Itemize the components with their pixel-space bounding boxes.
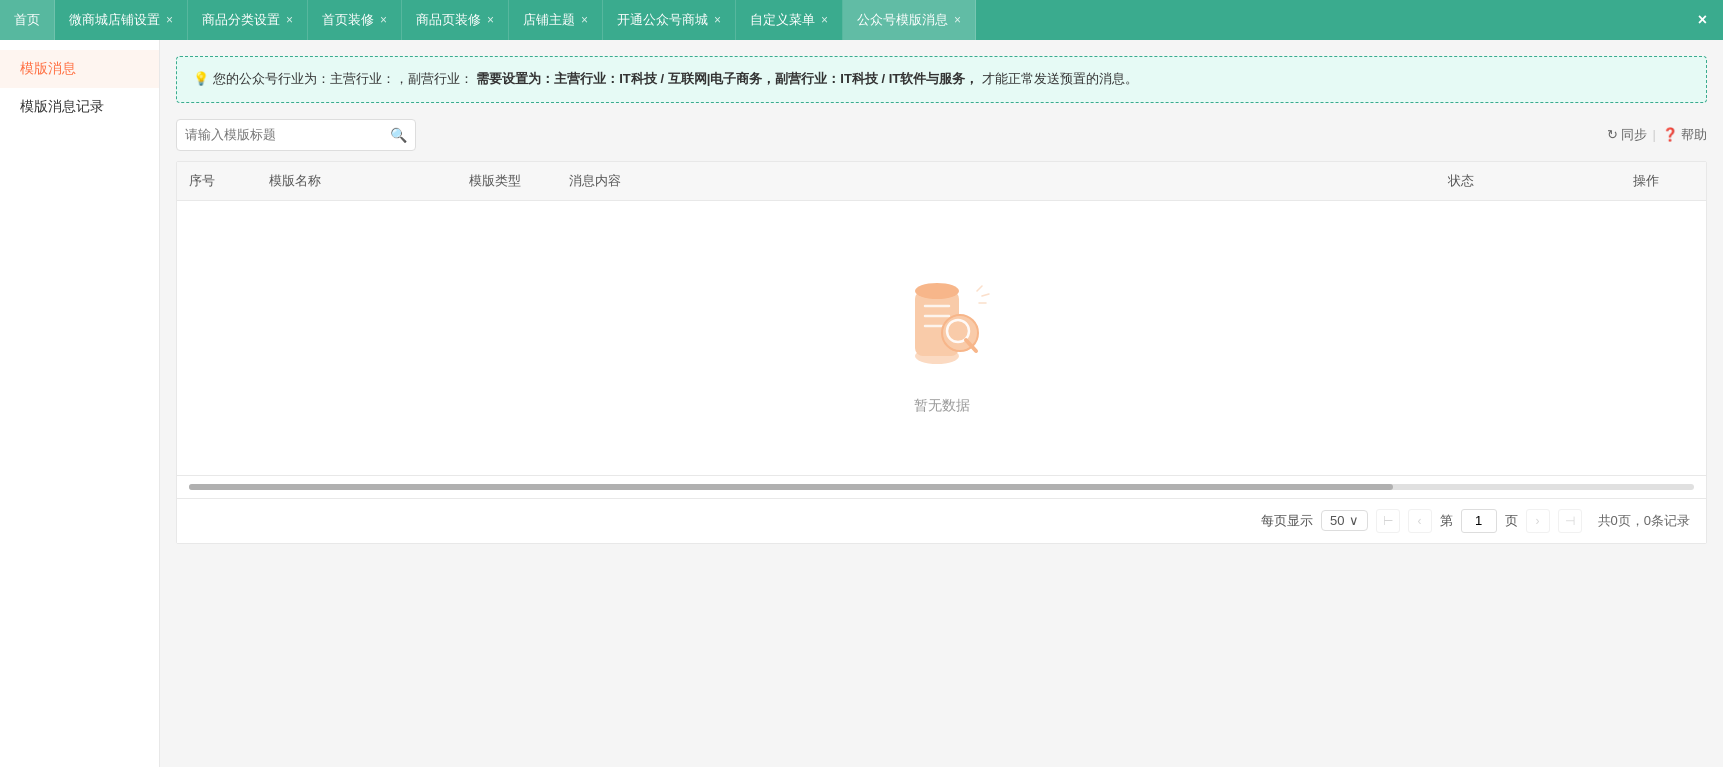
tab-home[interactable]: 首页 [0, 0, 55, 40]
per-page-label: 每页显示 [1261, 512, 1313, 530]
search-icon[interactable]: 🔍 [390, 127, 407, 143]
total-info: 共0页，0条记录 [1598, 512, 1690, 530]
col-header-action: 操作 [1586, 162, 1706, 200]
tab-home-decor[interactable]: 首页装修 × [308, 0, 402, 40]
main-layout: 模版消息 模版消息记录 💡 您的公众号行业为：主营行业：，副营行业： 需要设置为… [0, 40, 1723, 767]
chevron-down-icon: ∨ [1349, 513, 1359, 528]
toolbar: 🔍 ↻ 同步 | ❓ 帮助 [176, 119, 1707, 151]
sidebar-item-template-msg[interactable]: 模版消息 [0, 50, 159, 88]
svg-line-10 [982, 294, 989, 296]
svg-line-9 [977, 286, 982, 291]
notice-text-prefix: 您的公众号行业为：主营行业：，副营行业： [213, 71, 473, 86]
content-area: 💡 您的公众号行业为：主营行业：，副营行业： 需要设置为：主营行业：IT科技 /… [160, 40, 1723, 767]
col-header-content: 消息内容 [557, 162, 1436, 200]
close-tab-custom-menu[interactable]: × [821, 13, 828, 27]
toolbar-right: ↻ 同步 | ❓ 帮助 [1607, 126, 1707, 144]
pager-prev-button[interactable]: ‹ [1408, 509, 1432, 533]
tab-product-page-decor-label: 商品页装修 [416, 11, 481, 29]
tab-template-msg-label: 公众号模版消息 [857, 11, 948, 29]
empty-illustration [882, 261, 1002, 381]
pager-last-button[interactable]: ⊣ [1558, 509, 1582, 533]
toolbar-separator: | [1653, 127, 1656, 142]
tab-custom-menu-label: 自定义菜单 [750, 11, 815, 29]
help-button[interactable]: ❓ 帮助 [1662, 126, 1707, 144]
empty-text: 暂无数据 [914, 397, 970, 415]
tab-product-page-decor[interactable]: 商品页装修 × [402, 0, 509, 40]
notice-text-suffix: 才能正常发送预置的消息。 [982, 71, 1138, 86]
tab-shop-theme[interactable]: 店铺主题 × [509, 0, 603, 40]
notice-icon: 💡 [193, 71, 209, 86]
close-tab-open-mall[interactable]: × [714, 13, 721, 27]
notice-box: 💡 您的公众号行业为：主营行业：，副营行业： 需要设置为：主营行业：IT科技 /… [176, 56, 1707, 103]
table-header: 序号 模版名称 模版类型 消息内容 状态 操作 [177, 162, 1706, 201]
sync-icon: ↻ [1607, 127, 1618, 142]
sidebar-item-template-msg-record[interactable]: 模版消息记录 [0, 88, 159, 126]
page-unit: 页 [1505, 512, 1518, 530]
tab-open-mall-label: 开通公众号商城 [617, 11, 708, 29]
col-header-type: 模版类型 [457, 162, 557, 200]
sidebar: 模版消息 模版消息记录 [0, 40, 160, 767]
sync-label: 同步 [1621, 126, 1647, 144]
scroll-bar-wrap[interactable] [177, 475, 1706, 498]
tab-open-mall[interactable]: 开通公众号商城 × [603, 0, 736, 40]
page-label: 第 [1440, 512, 1453, 530]
close-tab-template-msg[interactable]: × [954, 13, 961, 27]
search-box: 🔍 [176, 119, 416, 151]
tab-home-label: 首页 [14, 11, 40, 29]
notice-highlight: 需要设置为：主营行业：IT科技 / 互联网|电子商务，副营行业：IT科技 / I… [476, 71, 978, 86]
svg-point-2 [915, 283, 959, 299]
pager-first-button[interactable]: ⊢ [1376, 509, 1400, 533]
col-header-status: 状态 [1436, 162, 1586, 200]
close-tab-shop-settings[interactable]: × [166, 13, 173, 27]
per-page-select[interactable]: 50 ∨ [1321, 510, 1367, 531]
help-label: 帮助 [1681, 126, 1707, 144]
tab-shop-theme-label: 店铺主题 [523, 11, 575, 29]
tab-product-category-label: 商品分类设置 [202, 11, 280, 29]
scroll-thumb [189, 484, 1393, 490]
table: 序号 模版名称 模版类型 消息内容 状态 操作 [176, 161, 1707, 544]
sync-button[interactable]: ↻ 同步 [1607, 126, 1647, 144]
tab-product-category[interactable]: 商品分类设置 × [188, 0, 308, 40]
pagination: 每页显示 50 ∨ ⊢ ‹ 第 页 › ⊣ 共0页，0条记录 [177, 498, 1706, 543]
tab-shop-settings[interactable]: 微商城店铺设置 × [55, 0, 188, 40]
tab-custom-menu[interactable]: 自定义菜单 × [736, 0, 843, 40]
tab-home-decor-label: 首页装修 [322, 11, 374, 29]
per-page-value: 50 [1330, 513, 1344, 528]
help-icon: ❓ [1662, 127, 1678, 142]
tab-template-msg[interactable]: 公众号模版消息 × [843, 0, 976, 40]
close-tab-product-category[interactable]: × [286, 13, 293, 27]
close-tab-shop-theme[interactable]: × [581, 13, 588, 27]
close-all-button[interactable]: × [1682, 11, 1723, 29]
top-nav: 首页 微商城店铺设置 × 商品分类设置 × 首页装修 × 商品页装修 × 店铺主… [0, 0, 1723, 40]
search-input[interactable] [185, 127, 390, 142]
pager-next-button[interactable]: › [1526, 509, 1550, 533]
close-tab-home-decor[interactable]: × [380, 13, 387, 27]
tab-shop-settings-label: 微商城店铺设置 [69, 11, 160, 29]
page-input[interactable] [1461, 509, 1497, 533]
close-tab-product-page-decor[interactable]: × [487, 13, 494, 27]
scroll-track [189, 484, 1694, 490]
col-header-seq: 序号 [177, 162, 257, 200]
empty-state: 暂无数据 [177, 201, 1706, 475]
col-header-name: 模版名称 [257, 162, 457, 200]
